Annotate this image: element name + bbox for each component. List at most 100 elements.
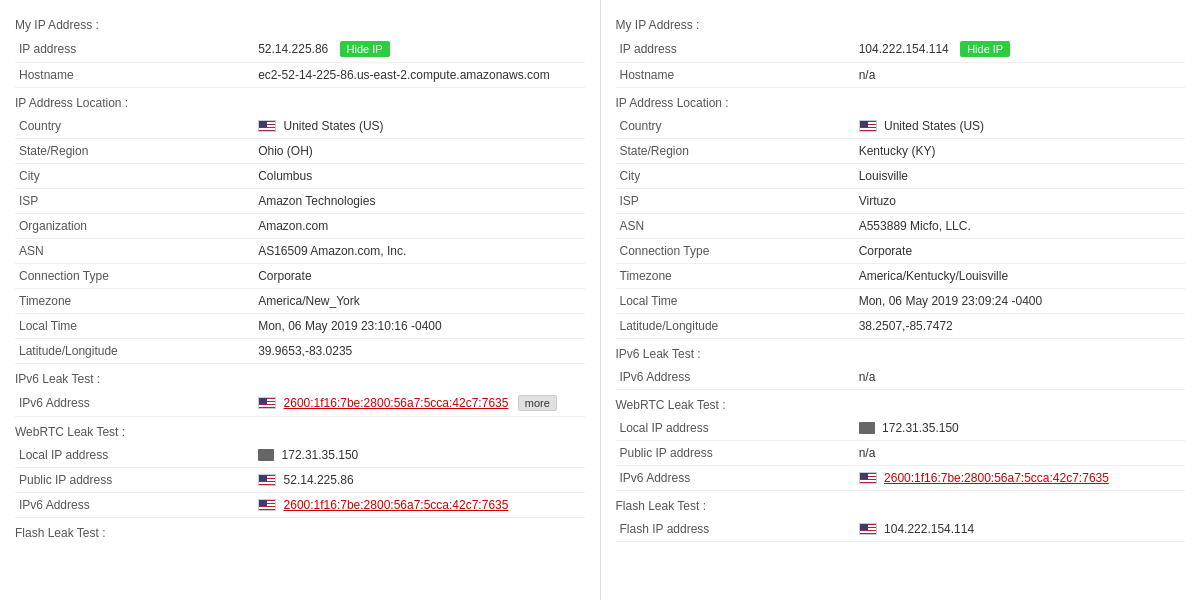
left-isp-value: Amazon Technologies (254, 189, 584, 214)
right-ll-label: Latitude/Longitude (616, 314, 855, 339)
left-country-value: United States (US) (284, 119, 384, 133)
left-org-label: Organization (15, 214, 254, 239)
left-ipv6-title: IPv6 Leak Test : (15, 372, 585, 386)
left-public-ip-row: Public IP address 52.14.225.86 (15, 468, 585, 493)
left-ip-value: 52.14.225.86 (258, 42, 328, 56)
right-city-row: City Louisville (616, 164, 1186, 189)
right-ip-value-cell: 104.222.154.114 Hide IP (855, 36, 1185, 63)
right-flash-table: Flash IP address 104.222.154.114 (616, 517, 1186, 542)
left-ll-row: Latitude/Longitude 39.9653,-83.0235 (15, 339, 585, 364)
left-hide-ip-button[interactable]: Hide IP (340, 41, 390, 57)
left-local-ip-value: 172.31.35.150 (282, 448, 359, 462)
right-country-flag (859, 120, 877, 132)
right-public-ip-row: Public IP address n/a (616, 441, 1186, 466)
left-conn-row: Connection Type Corporate (15, 264, 585, 289)
right-tz-row: Timezone America/Kentucky/Louisville (616, 264, 1186, 289)
left-ipv6-flag (258, 397, 276, 409)
right-webrtc-ipv6-value-cell: 2600:1f16:7be:2800:56a7:5cca:42c7:7635 (855, 466, 1185, 491)
left-ipv6-row: IPv6 Address 2600:1f16:7be:2800:56a7:5cc… (15, 390, 585, 417)
left-asn-label: ASN (15, 239, 254, 264)
left-public-ip-label: Public IP address (15, 468, 254, 493)
right-ip-label: IP address (616, 36, 855, 63)
right-asn-value: A553889 Micfo, LLC. (855, 214, 1185, 239)
left-panel: My IP Address : IP address 52.14.225.86 … (0, 0, 601, 600)
left-tz-label: Timezone (15, 289, 254, 314)
right-hide-ip-button[interactable]: Hide IP (960, 41, 1010, 57)
left-tz-value: America/New_York (254, 289, 584, 314)
right-conn-label: Connection Type (616, 239, 855, 264)
right-panel: My IP Address : IP address 104.222.154.1… (601, 0, 1201, 600)
right-ipv6-row: IPv6 Address n/a (616, 365, 1186, 390)
left-isp-label: ISP (15, 189, 254, 214)
right-webrtc-ipv6-label: IPv6 Address (616, 466, 855, 491)
right-flash-flag (859, 523, 877, 535)
right-location-table: Country United States (US) State/Region … (616, 114, 1186, 339)
left-country-value-cell: United States (US) (254, 114, 584, 139)
right-public-ip-value: n/a (855, 441, 1185, 466)
left-ipv6-label: IPv6 Address (15, 390, 254, 417)
right-hostname-label: Hostname (616, 63, 855, 88)
right-local-ip-value: 172.31.35.150 (882, 421, 959, 435)
left-ipv6-table: IPv6 Address 2600:1f16:7be:2800:56a7:5cc… (15, 390, 585, 417)
right-flash-label: Flash IP address (616, 517, 855, 542)
right-public-ip-label: Public IP address (616, 441, 855, 466)
right-conn-row: Connection Type Corporate (616, 239, 1186, 264)
left-local-ip-row: Local IP address 172.31.35.150 (15, 443, 585, 468)
left-webrtc-title: WebRTC Leak Test : (15, 425, 585, 439)
right-ipv6-title: IPv6 Leak Test : (616, 347, 1186, 361)
right-webrtc-ipv6-row: IPv6 Address 2600:1f16:7be:2800:56a7:5cc… (616, 466, 1186, 491)
left-asn-row: ASN AS16509 Amazon.com, Inc. (15, 239, 585, 264)
left-state-label: State/Region (15, 139, 254, 164)
right-ip-row: IP address 104.222.154.114 Hide IP (616, 36, 1186, 63)
right-ll-row: Latitude/Longitude 38.2507,-85.7472 (616, 314, 1186, 339)
right-city-label: City (616, 164, 855, 189)
left-my-ip-title: My IP Address : (15, 18, 585, 32)
right-state-value: Kentucky (KY) (855, 139, 1185, 164)
left-ipv6-more-button[interactable]: more (518, 395, 557, 411)
right-webrtc-ipv6-flag (859, 472, 877, 484)
left-isp-row: ISP Amazon Technologies (15, 189, 585, 214)
right-tz-value: America/Kentucky/Louisville (855, 264, 1185, 289)
left-public-ip-value-cell: 52.14.225.86 (254, 468, 584, 493)
right-isp-value: Virtuzo (855, 189, 1185, 214)
right-state-label: State/Region (616, 139, 855, 164)
right-local-ip-row: Local IP address 172.31.35.150 (616, 416, 1186, 441)
right-flash-row: Flash IP address 104.222.154.114 (616, 517, 1186, 542)
left-country-label: Country (15, 114, 254, 139)
left-lt-value: Mon, 06 May 2019 23:10:16 -0400 (254, 314, 584, 339)
left-conn-value: Corporate (254, 264, 584, 289)
right-local-ip-value-cell: 172.31.35.150 (855, 416, 1185, 441)
right-state-row: State/Region Kentucky (KY) (616, 139, 1186, 164)
left-webrtc-ipv6-value-cell: 2600:1f16:7be:2800:56a7:5cca:42c7:7635 (254, 493, 584, 518)
left-state-row: State/Region Ohio (OH) (15, 139, 585, 164)
right-country-label: Country (616, 114, 855, 139)
right-webrtc-ipv6-value: 2600:1f16:7be:2800:56a7:5cca:42c7:7635 (884, 471, 1109, 485)
right-isp-label: ISP (616, 189, 855, 214)
left-hostname-row: Hostname ec2-52-14-225-86.us-east-2.comp… (15, 63, 585, 88)
left-conn-label: Connection Type (15, 264, 254, 289)
right-lt-row: Local Time Mon, 06 May 2019 23:09:24 -04… (616, 289, 1186, 314)
left-hostname-value: ec2-52-14-225-86.us-east-2.compute.amazo… (254, 63, 584, 88)
right-country-row: Country United States (US) (616, 114, 1186, 139)
right-webrtc-table: Local IP address 172.31.35.150 Public IP… (616, 416, 1186, 491)
left-country-row: Country United States (US) (15, 114, 585, 139)
left-org-row: Organization Amazon.com (15, 214, 585, 239)
left-location-title: IP Address Location : (15, 96, 585, 110)
right-local-ip-icon (859, 422, 875, 434)
left-public-ip-value: 52.14.225.86 (284, 473, 354, 487)
right-hostname-row: Hostname n/a (616, 63, 1186, 88)
left-lt-row: Local Time Mon, 06 May 2019 23:10:16 -04… (15, 314, 585, 339)
left-local-ip-label: Local IP address (15, 443, 254, 468)
left-lt-label: Local Time (15, 314, 254, 339)
left-org-value: Amazon.com (254, 214, 584, 239)
right-ipv6-label: IPv6 Address (616, 365, 855, 390)
left-public-ip-flag (258, 474, 276, 486)
left-asn-value: AS16509 Amazon.com, Inc. (254, 239, 584, 264)
right-ipv6-value: n/a (855, 365, 1185, 390)
left-ip-label: IP address (15, 36, 254, 63)
right-ll-value: 38.2507,-85.7472 (855, 314, 1185, 339)
right-flash-value: 104.222.154.114 (884, 522, 974, 536)
left-local-ip-value-cell: 172.31.35.150 (254, 443, 584, 468)
left-ll-value: 39.9653,-83.0235 (254, 339, 584, 364)
right-country-value-cell: United States (US) (855, 114, 1185, 139)
